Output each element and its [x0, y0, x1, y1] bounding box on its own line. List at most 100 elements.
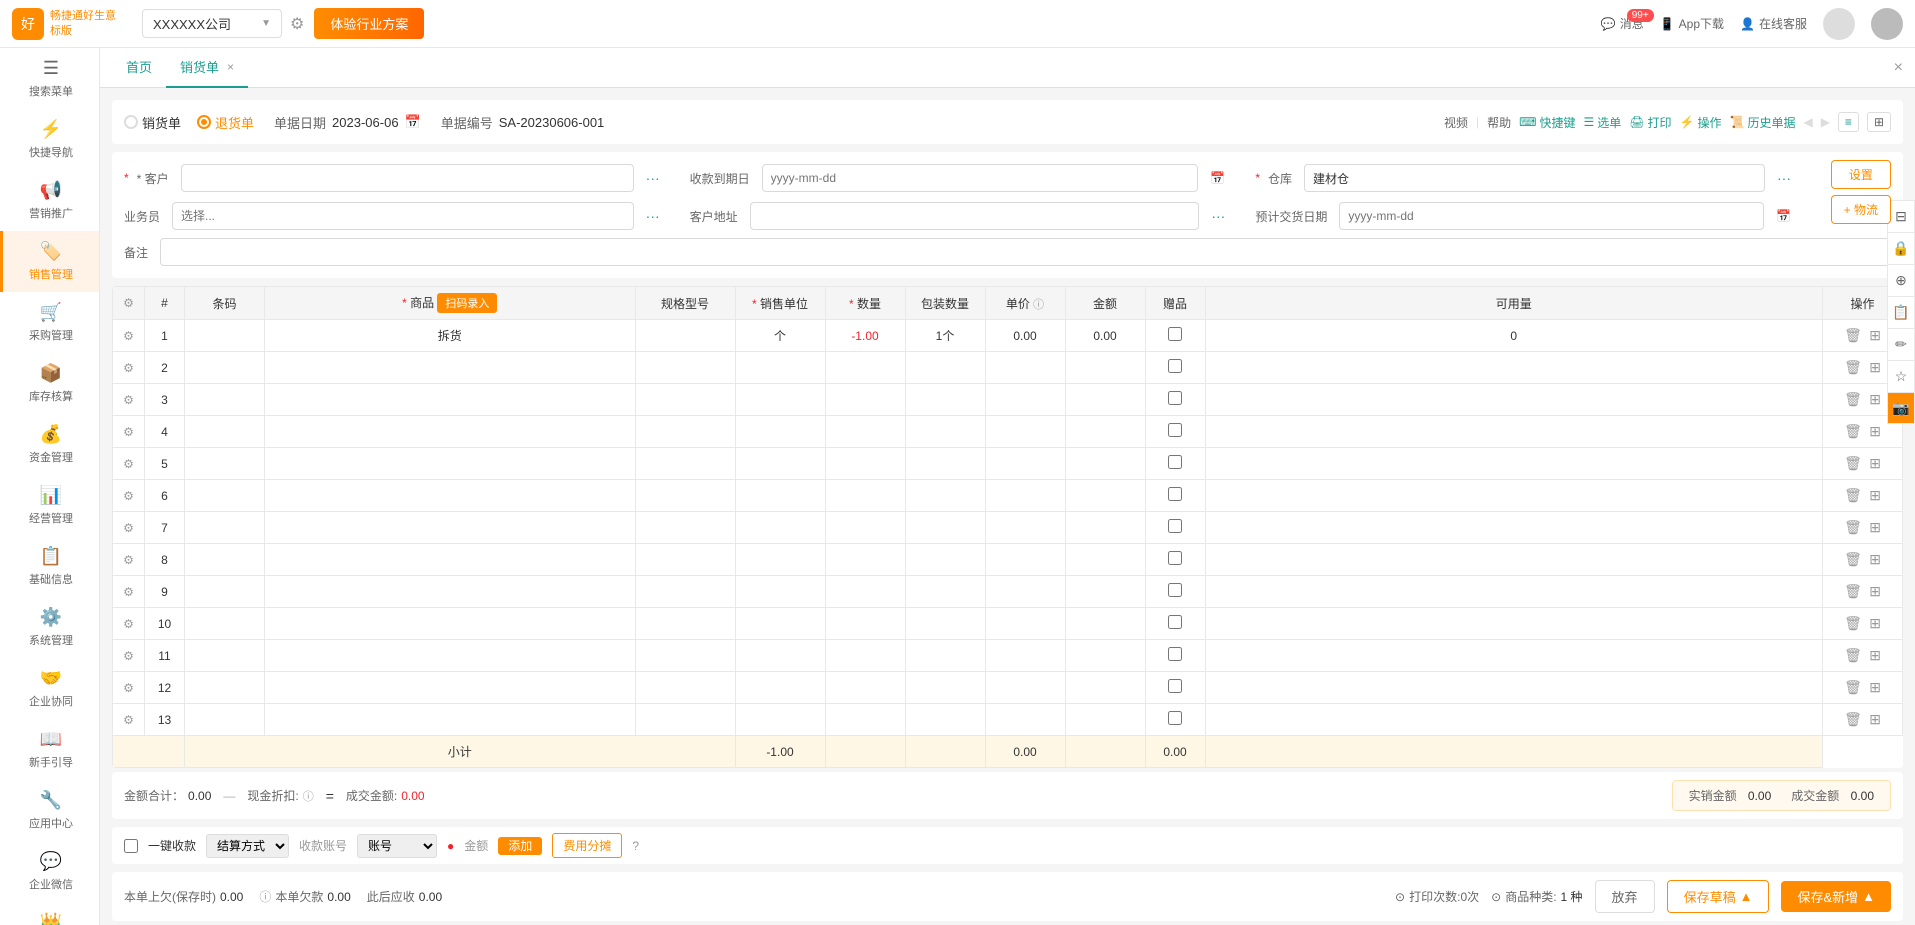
avatar[interactable] [1823, 8, 1855, 40]
row-barcode[interactable] [185, 480, 265, 512]
payment-method-select[interactable]: 结算方式 [206, 834, 289, 858]
row-quantity[interactable] [825, 480, 905, 512]
delete-row-icon[interactable]: 🗑 [1844, 615, 1862, 631]
row-barcode[interactable] [185, 608, 265, 640]
delete-row-icon[interactable]: 🗑 [1844, 455, 1862, 471]
warehouse-input[interactable] [1304, 164, 1765, 192]
row-barcode[interactable] [185, 576, 265, 608]
delete-row-icon[interactable]: 🗑 [1844, 487, 1862, 503]
row-gear[interactable]: ⚙ [113, 480, 145, 512]
row-spec[interactable] [635, 608, 735, 640]
row-barcode[interactable] [185, 384, 265, 416]
delete-row-icon[interactable]: 🗑 [1844, 327, 1862, 343]
row-spec[interactable] [635, 416, 735, 448]
copy-row-icon[interactable]: ⊞ [1869, 679, 1881, 695]
right-tool-5[interactable]: ✏ [1887, 328, 1915, 360]
row-gift[interactable] [1145, 544, 1205, 576]
row-gear[interactable]: ⚙ [113, 320, 145, 352]
row-quantity[interactable] [825, 544, 905, 576]
row-spec[interactable] [635, 704, 735, 736]
product-types-radio[interactable]: ⊙ [1491, 890, 1501, 904]
row-spec[interactable] [635, 384, 735, 416]
row-gift[interactable] [1145, 704, 1205, 736]
view-toggle-list[interactable]: ≡ [1838, 112, 1859, 132]
row-product[interactable] [265, 480, 636, 512]
save-draft-button[interactable]: 保存草稿 ▲ [1667, 880, 1770, 913]
row-spec[interactable] [635, 480, 735, 512]
operation-btn[interactable]: ⚡ 操作 [1680, 114, 1722, 131]
delete-row-icon[interactable]: 🗑 [1844, 359, 1862, 375]
row-quantity[interactable] [825, 416, 905, 448]
row-gear[interactable]: ⚙ [113, 672, 145, 704]
row-spec[interactable] [635, 448, 735, 480]
row-gear[interactable]: ⚙ [113, 448, 145, 480]
row-gift[interactable] [1145, 320, 1205, 352]
salesperson-input[interactable] [172, 202, 634, 230]
copy-row-icon[interactable]: ⊞ [1869, 487, 1881, 503]
sidebar-item-basic-info[interactable]: 📋 基础信息 [0, 536, 99, 597]
delete-row-icon[interactable]: 🗑 [1844, 711, 1862, 727]
row-gear[interactable]: ⚙ [113, 512, 145, 544]
row-gear[interactable]: ⚙ [113, 384, 145, 416]
scan-button[interactable]: 扫码录入 [437, 293, 497, 313]
row-gift[interactable] [1145, 416, 1205, 448]
right-tool-2[interactable]: 🔒 [1887, 232, 1915, 264]
row-gift[interactable] [1145, 480, 1205, 512]
row-barcode[interactable] [185, 416, 265, 448]
row-quantity[interactable] [825, 576, 905, 608]
sidebar-item-search[interactable]: ☰ 搜索菜单 [0, 48, 99, 109]
history-btn[interactable]: 📜 历史单据 [1729, 114, 1795, 131]
delete-row-icon[interactable]: 🗑 [1844, 679, 1862, 695]
row-unit-price[interactable] [985, 384, 1065, 416]
video-btn[interactable]: 视频 [1444, 114, 1468, 131]
row-unit-price[interactable] [985, 640, 1065, 672]
add-payment-button[interactable]: 添加 [498, 837, 542, 855]
row-unit-price[interactable] [985, 672, 1065, 704]
row-spec[interactable] [635, 320, 735, 352]
delete-row-icon[interactable]: 🗑 [1844, 391, 1862, 407]
right-tool-3[interactable]: ⊕ [1887, 264, 1915, 296]
company-selector[interactable]: XXXXXX公司 ▼ [142, 9, 282, 38]
right-tool-7[interactable]: 📷 [1887, 392, 1915, 424]
sidebar-item-system[interactable]: ⚙️ 系统管理 [0, 597, 99, 658]
row-product[interactable]: 拆货 [265, 320, 636, 352]
collection-date-input[interactable] [762, 164, 1199, 192]
trial-button[interactable]: 体验行业方案 [314, 8, 424, 39]
copy-row-icon[interactable]: ⊞ [1869, 519, 1881, 535]
delivery-date-input[interactable] [1339, 202, 1764, 230]
row-barcode[interactable] [185, 544, 265, 576]
row-gear[interactable]: ⚙ [113, 352, 145, 384]
row-barcode[interactable] [185, 320, 265, 352]
warehouse-dots-icon[interactable]: ··· [1777, 170, 1791, 186]
row-spec[interactable] [635, 576, 735, 608]
row-spec[interactable] [635, 352, 735, 384]
row-quantity[interactable] [825, 640, 905, 672]
row-quantity[interactable] [825, 704, 905, 736]
help-btn[interactable]: 帮助 [1487, 114, 1511, 131]
customer-address-input[interactable] [750, 202, 1200, 230]
row-gift[interactable] [1145, 576, 1205, 608]
doc-debt-info-icon[interactable]: ⓘ [259, 888, 271, 905]
select-order-btn[interactable]: ☰ 选单 [1583, 114, 1621, 131]
th-gear[interactable]: ⚙ [113, 287, 145, 320]
row-product[interactable] [265, 416, 636, 448]
sidebar-item-business[interactable]: 📊 经营管理 [0, 475, 99, 536]
right-tool-1[interactable]: ⊟ [1887, 200, 1915, 232]
delivery-calendar-icon[interactable]: 📅 [1776, 209, 1791, 223]
sidebar-item-marketing[interactable]: 📢 营销推广 [0, 170, 99, 231]
row-barcode[interactable] [185, 704, 265, 736]
avatar2[interactable] [1871, 8, 1903, 40]
copy-row-icon[interactable]: ⊞ [1869, 583, 1881, 599]
row-unit-price[interactable] [985, 704, 1065, 736]
sidebar-item-guide[interactable]: 📖 新手引导 [0, 719, 99, 780]
online-service-button[interactable]: 👤 在线客服 [1740, 15, 1807, 32]
row-gift[interactable] [1145, 384, 1205, 416]
row-gear[interactable]: ⚙ [113, 416, 145, 448]
row-gear[interactable]: ⚙ [113, 576, 145, 608]
calendar-icon[interactable]: 📅 [405, 114, 421, 130]
row-unit-price[interactable] [985, 512, 1065, 544]
delete-row-icon[interactable]: 🗑 [1844, 423, 1862, 439]
save-new-button[interactable]: 保存&新增 ▲ [1781, 881, 1891, 912]
row-gift[interactable] [1145, 672, 1205, 704]
row-barcode[interactable] [185, 672, 265, 704]
